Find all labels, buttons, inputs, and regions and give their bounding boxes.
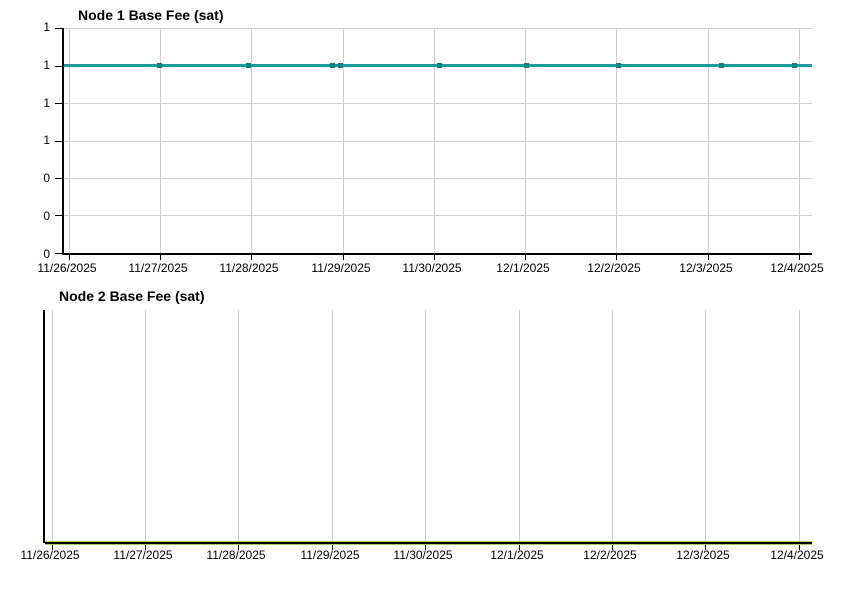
- x-tick-label: 12/3/2025: [676, 548, 730, 562]
- y-tick-mark: [55, 253, 62, 254]
- gridline-vertical: [332, 310, 333, 543]
- x-tick-mark: [434, 255, 435, 260]
- x-tick-label: 11/27/2025: [113, 548, 173, 562]
- y-tick-label: 1: [43, 58, 50, 72]
- gridline-vertical: [799, 310, 800, 543]
- x-tick-label: 12/2/2025: [587, 261, 641, 275]
- y-tick-mark: [55, 215, 62, 217]
- gridline-vertical: [160, 28, 161, 253]
- node1-chart-title: Node 1 Base Fee (sat): [78, 7, 224, 23]
- x-tick-label: 11/28/2025: [219, 261, 279, 275]
- x-tick-mark: [251, 255, 252, 260]
- x-axis-line: [45, 542, 812, 544]
- x-tick-label: 11/30/2025: [393, 548, 453, 562]
- gridline-vertical: [616, 28, 617, 253]
- x-tick-label: 11/27/2025: [128, 261, 188, 275]
- y-tick-label: 1: [43, 20, 50, 34]
- gridline-horizontal: [64, 178, 812, 179]
- y-tick-mark: [55, 178, 62, 179]
- node1-base-fee-chart: Node 1 Base Fee (sat) 1 1 1 1 0 0 0 11/2…: [0, 0, 860, 283]
- x-tick-label: 11/29/2025: [300, 548, 360, 562]
- x-tick-mark: [519, 545, 520, 550]
- data-point-marker: [157, 63, 162, 68]
- x-tick-label: 12/1/2025: [490, 548, 544, 562]
- x-tick-label: 12/4/2025: [770, 548, 824, 562]
- y-tick-label: 0: [43, 247, 50, 261]
- y-tick-label: 1: [43, 133, 50, 147]
- node1-plot-area: [55, 28, 812, 260]
- node2-base-fee-chart: Node 2 Base Fee (sat) 11/26/2025 11/27/2…: [0, 283, 860, 600]
- data-point-marker: [330, 63, 335, 68]
- gridline-horizontal: [64, 215, 812, 217]
- x-tick-label: 11/26/2025: [20, 548, 80, 562]
- data-point-marker: [246, 63, 251, 68]
- x-tick-mark: [343, 255, 344, 260]
- gridline-vertical: [425, 310, 426, 543]
- x-tick-mark: [425, 545, 426, 550]
- gridline-vertical: [519, 310, 520, 543]
- x-tick-mark: [612, 545, 613, 550]
- y-tick-mark: [55, 65, 62, 67]
- y-tick-mark: [55, 28, 62, 29]
- x-tick-mark: [332, 545, 333, 550]
- node2-plot-area: [43, 310, 812, 550]
- gridline-vertical: [708, 28, 709, 253]
- x-tick-mark: [616, 255, 617, 260]
- x-tick-label: 12/4/2025: [770, 261, 824, 275]
- data-point-marker: [792, 63, 797, 68]
- x-tick-label: 11/28/2025: [206, 548, 266, 562]
- x-tick-mark: [52, 545, 53, 550]
- data-point-marker: [524, 63, 529, 68]
- x-tick-mark: [799, 255, 800, 260]
- node2-chart-title: Node 2 Base Fee (sat): [59, 288, 205, 304]
- x-tick-label: 12/1/2025: [496, 261, 550, 275]
- x-tick-label: 11/29/2025: [311, 261, 371, 275]
- gridline-vertical: [705, 310, 706, 543]
- gridline-horizontal: [64, 28, 812, 29]
- y-tick-label: 1: [43, 96, 50, 110]
- y-tick-mark: [55, 140, 62, 142]
- x-tick-label: 11/30/2025: [402, 261, 462, 275]
- data-point-marker: [338, 63, 343, 68]
- x-tick-mark: [525, 255, 526, 260]
- gridline-vertical: [238, 310, 239, 543]
- gridline-vertical: [69, 28, 70, 253]
- gridline-vertical: [52, 310, 53, 543]
- gridline-vertical: [343, 28, 344, 253]
- x-tick-label: 12/3/2025: [679, 261, 733, 275]
- gridline-vertical: [799, 28, 800, 253]
- x-tick-mark: [238, 545, 239, 550]
- x-tick-mark: [708, 255, 709, 260]
- x-tick-mark: [705, 545, 706, 550]
- x-tick-mark: [799, 545, 800, 550]
- data-point-marker: [719, 63, 724, 68]
- x-tick-mark: [160, 255, 161, 260]
- gridline-vertical: [525, 28, 526, 253]
- data-point-marker: [616, 63, 621, 68]
- x-tick-mark: [145, 545, 146, 550]
- y-tick-mark: [55, 102, 62, 104]
- gridline-vertical: [251, 28, 252, 253]
- data-point-marker: [437, 63, 442, 68]
- x-tick-label: 11/26/2025: [37, 261, 97, 275]
- x-tick-mark: [69, 255, 70, 260]
- gridline-vertical: [434, 28, 435, 253]
- gridline-vertical: [145, 310, 146, 543]
- gridline-vertical: [612, 310, 613, 543]
- y-tick-label: 0: [43, 209, 50, 223]
- gridline-horizontal: [64, 102, 812, 104]
- gridline-horizontal: [64, 140, 812, 142]
- y-tick-label: 0: [43, 171, 50, 185]
- x-tick-label: 12/2/2025: [583, 548, 637, 562]
